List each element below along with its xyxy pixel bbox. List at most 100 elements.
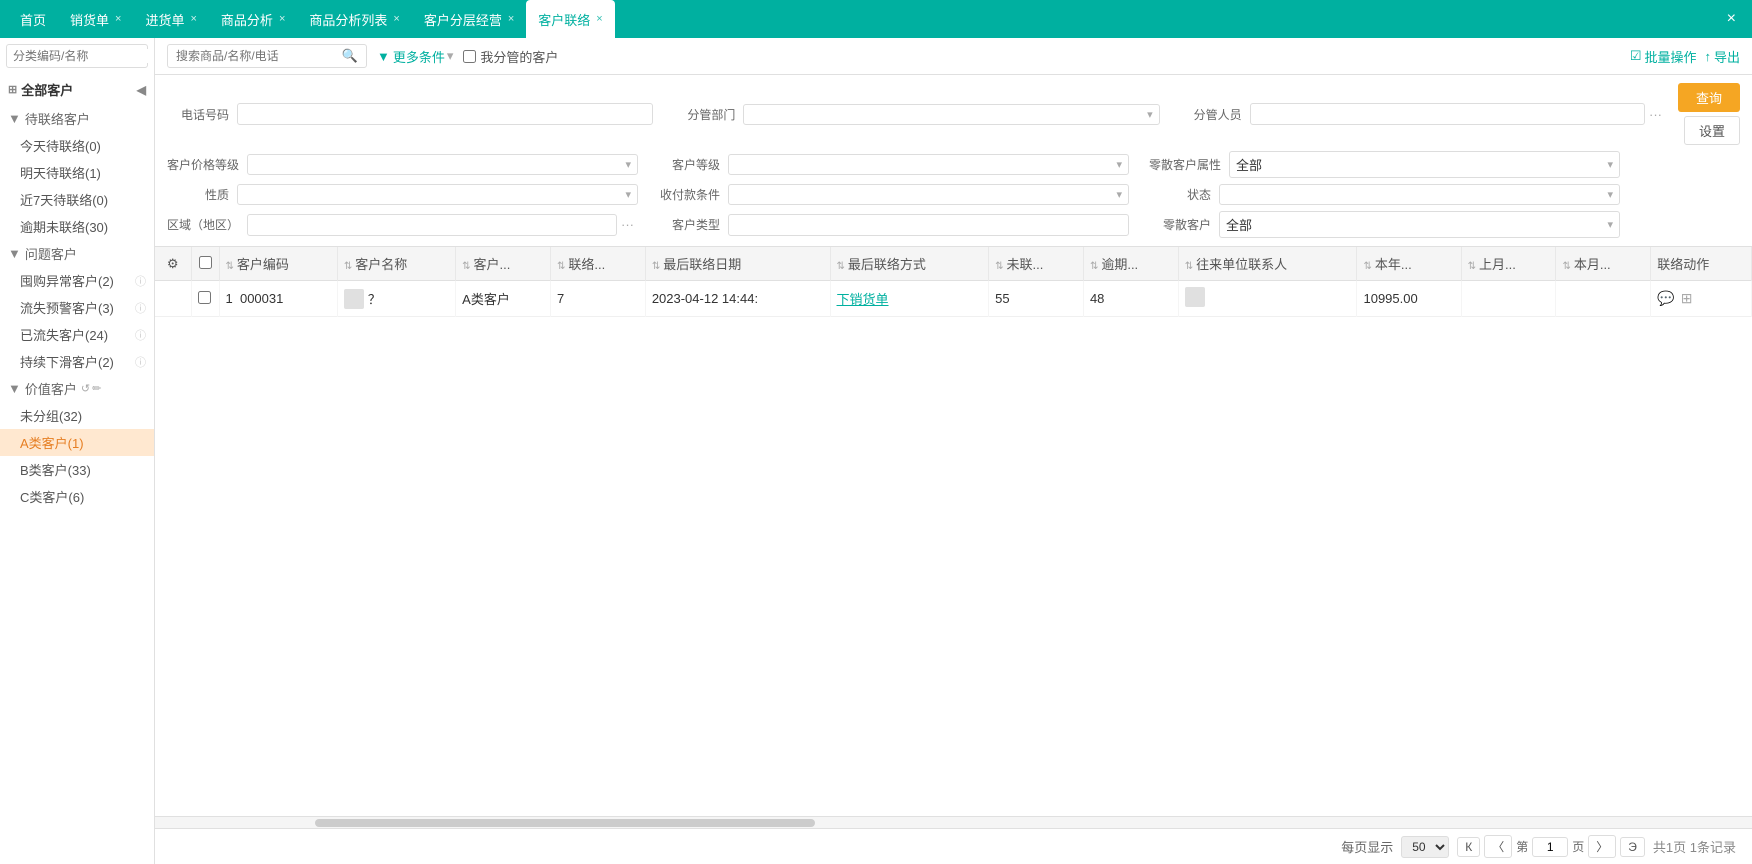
last-method-link[interactable]: 下销货单	[837, 292, 889, 307]
filter-row-3: 性质 ▾ 收付款条件 ▾ 状态	[167, 184, 1740, 205]
close-customer-contact-tab[interactable]: ×	[596, 13, 602, 25]
value-group-refresh[interactable]: ↺	[81, 382, 90, 395]
filter-label-customer-tier: 客户等级	[658, 156, 728, 173]
filter-select-retail-customer[interactable]: 全部 ▾	[1219, 211, 1620, 238]
filter-label-nature: 性质	[167, 186, 237, 203]
sidebar-item-declining[interactable]: 持续下滑客户(2) ⓘ	[0, 348, 154, 375]
select-all-checkbox[interactable]	[199, 256, 212, 269]
row-select-checkbox[interactable]	[198, 291, 211, 304]
sort-icon-contact2[interactable]: ⇅	[1185, 261, 1193, 272]
filter-label-dept: 分管部门	[673, 106, 743, 123]
sidebar-search-input[interactable]	[13, 49, 155, 63]
top-nav: 首页 销货单 × 进货单 × 商品分析 × 商品分析列表 × 客户分层经营 × …	[0, 0, 1752, 38]
sidebar-group-value[interactable]: ▼ 价值客户 ↺ ✏	[0, 375, 154, 402]
more-icon[interactable]: ⊞	[1681, 290, 1693, 307]
sidebar-item-ungrouped[interactable]: 未分组(32)	[0, 402, 154, 429]
nav-home[interactable]: 首页	[8, 0, 58, 38]
sort-icon-overdue[interactable]: ⇅	[1090, 261, 1098, 272]
filter-input-phone[interactable]	[237, 103, 653, 125]
filter-select-customer-tier[interactable]: ▾	[728, 154, 1129, 175]
filter-select-retail-attr[interactable]: 全部 ▾	[1229, 151, 1620, 178]
close-sales-tab[interactable]: ×	[115, 13, 121, 25]
col-this-month: ⇅本月...	[1556, 247, 1651, 281]
prev-page-button[interactable]: 〈	[1484, 835, 1512, 858]
next-page-button[interactable]: 〉	[1588, 835, 1616, 858]
sidebar-group-problem[interactable]: ▼ 问题客户	[0, 240, 154, 267]
row-type: A类客户	[456, 281, 551, 317]
sort-icon-last-method[interactable]: ⇅	[837, 261, 845, 272]
status-arrow: ▾	[1607, 188, 1613, 201]
sidebar: 🔍 ⊞ 全部客户 ◀ ▼ 待联络客户 今天待联络(0) 明天待联络(1) 近7天…	[0, 38, 155, 864]
value-group-edit[interactable]: ✏	[92, 382, 101, 395]
sort-icon-uncontacted[interactable]: ⇅	[995, 261, 1003, 272]
nav-product-analysis-list[interactable]: 商品分析列表 ×	[297, 0, 411, 38]
page-label: 第	[1516, 838, 1528, 855]
sort-icon-last-month[interactable]: ⇅	[1468, 261, 1476, 272]
filter-input-customer-type[interactable]	[728, 214, 1129, 236]
nav-sales[interactable]: 销货单 ×	[58, 0, 133, 38]
my-customers-filter[interactable]: 我分管的客户	[463, 47, 558, 66]
contact2-avatar	[1185, 287, 1205, 307]
first-page-button[interactable]: К	[1457, 837, 1480, 857]
horizontal-scrollbar-thumb[interactable]	[315, 819, 815, 827]
window-close-button[interactable]: ×	[1719, 10, 1744, 28]
close-product-analysis-list-tab[interactable]: ×	[393, 13, 399, 25]
col-code: ⇅客户编码	[219, 247, 337, 281]
person-dots[interactable]: ···	[1645, 107, 1666, 122]
filter-select-dept[interactable]: ▾	[743, 104, 1159, 125]
sidebar-item-churn-warning[interactable]: 流失预警客户(3) ⓘ	[0, 294, 154, 321]
filter-select-status[interactable]: ▾	[1219, 184, 1620, 205]
sidebar-search-box[interactable]: 🔍	[6, 44, 148, 68]
filter-input-region[interactable]	[247, 214, 617, 236]
filter-input-person[interactable]	[1250, 103, 1645, 125]
nav-customer-contact[interactable]: 客户联络 ×	[526, 0, 614, 38]
sidebar-item-7days[interactable]: 近7天待联络(0)	[0, 186, 154, 213]
filter-search-box[interactable]: 🔍	[167, 44, 367, 68]
sort-icon-name[interactable]: ⇅	[344, 261, 352, 272]
sort-icon-this-year[interactable]: ⇅	[1363, 261, 1371, 272]
close-product-analysis-tab[interactable]: ×	[279, 13, 285, 25]
nav-product-analysis[interactable]: 商品分析 ×	[209, 0, 297, 38]
close-customer-segmentation-tab[interactable]: ×	[508, 13, 514, 25]
export-button[interactable]: ↑ 导出	[1704, 47, 1740, 66]
sidebar-collapse-icon[interactable]: ◀	[137, 83, 146, 97]
sidebar-group-pending[interactable]: ▼ 待联络客户	[0, 105, 154, 132]
filter-search-input[interactable]	[176, 49, 342, 63]
more-filters-button[interactable]: ▼ 更多条件 ▾	[377, 47, 453, 66]
query-button[interactable]: 查询	[1678, 83, 1740, 112]
batch-op-button[interactable]: ☑ 批量操作	[1630, 47, 1697, 66]
my-customers-checkbox[interactable]	[463, 50, 476, 63]
filter-field-retail-attr: 零散客户属性 全部 ▾	[1149, 151, 1620, 178]
sidebar-item-churned[interactable]: 已流失客户(24) ⓘ	[0, 321, 154, 348]
settings-button[interactable]: 设置	[1684, 116, 1740, 145]
sort-icon-type[interactable]: ⇅	[462, 261, 470, 272]
region-dots[interactable]: ···	[617, 217, 638, 232]
last-page-button[interactable]: Э	[1620, 837, 1645, 857]
filter-select-nature[interactable]: ▾	[237, 184, 638, 205]
filter-select-price-tier[interactable]: ▾	[247, 154, 638, 175]
col-settings[interactable]: ⚙	[155, 247, 191, 281]
sidebar-item-b-class[interactable]: B类客户(33)	[0, 456, 154, 483]
row-checkbox[interactable]	[191, 281, 219, 317]
page-number-input[interactable]	[1532, 837, 1568, 857]
message-icon[interactable]: 💬	[1657, 290, 1674, 307]
filter-field-status: 状态 ▾	[1149, 184, 1620, 205]
sidebar-item-a-class[interactable]: A类客户(1)	[0, 429, 154, 456]
sidebar-item-overdue[interactable]: 逾期未联络(30)	[0, 213, 154, 240]
filter-select-payment[interactable]: ▾	[728, 184, 1129, 205]
nav-customer-segmentation[interactable]: 客户分层经营 ×	[412, 0, 526, 38]
page-size-label: 每页显示	[1341, 837, 1393, 856]
sidebar-item-today[interactable]: 今天待联络(0)	[0, 132, 154, 159]
sort-icon-last-date[interactable]: ⇅	[652, 261, 660, 272]
col-checkbox[interactable]	[191, 247, 219, 281]
sidebar-item-c-class[interactable]: C类客户(6)	[0, 483, 154, 510]
close-purchase-tab[interactable]: ×	[190, 13, 196, 25]
sidebar-item-abnormal-stocking[interactable]: 囤购异常客户(2) ⓘ	[0, 267, 154, 294]
sidebar-all-customers[interactable]: ⊞ 全部客户 ◀	[0, 74, 154, 105]
sort-icon-this-month[interactable]: ⇅	[1562, 261, 1570, 272]
sort-icon-contact[interactable]: ⇅	[557, 261, 565, 272]
sidebar-item-tomorrow[interactable]: 明天待联络(1)	[0, 159, 154, 186]
sort-icon-code[interactable]: ⇅	[226, 261, 234, 272]
nav-purchase[interactable]: 进货单 ×	[133, 0, 208, 38]
page-size-select[interactable]: 50	[1401, 836, 1449, 858]
